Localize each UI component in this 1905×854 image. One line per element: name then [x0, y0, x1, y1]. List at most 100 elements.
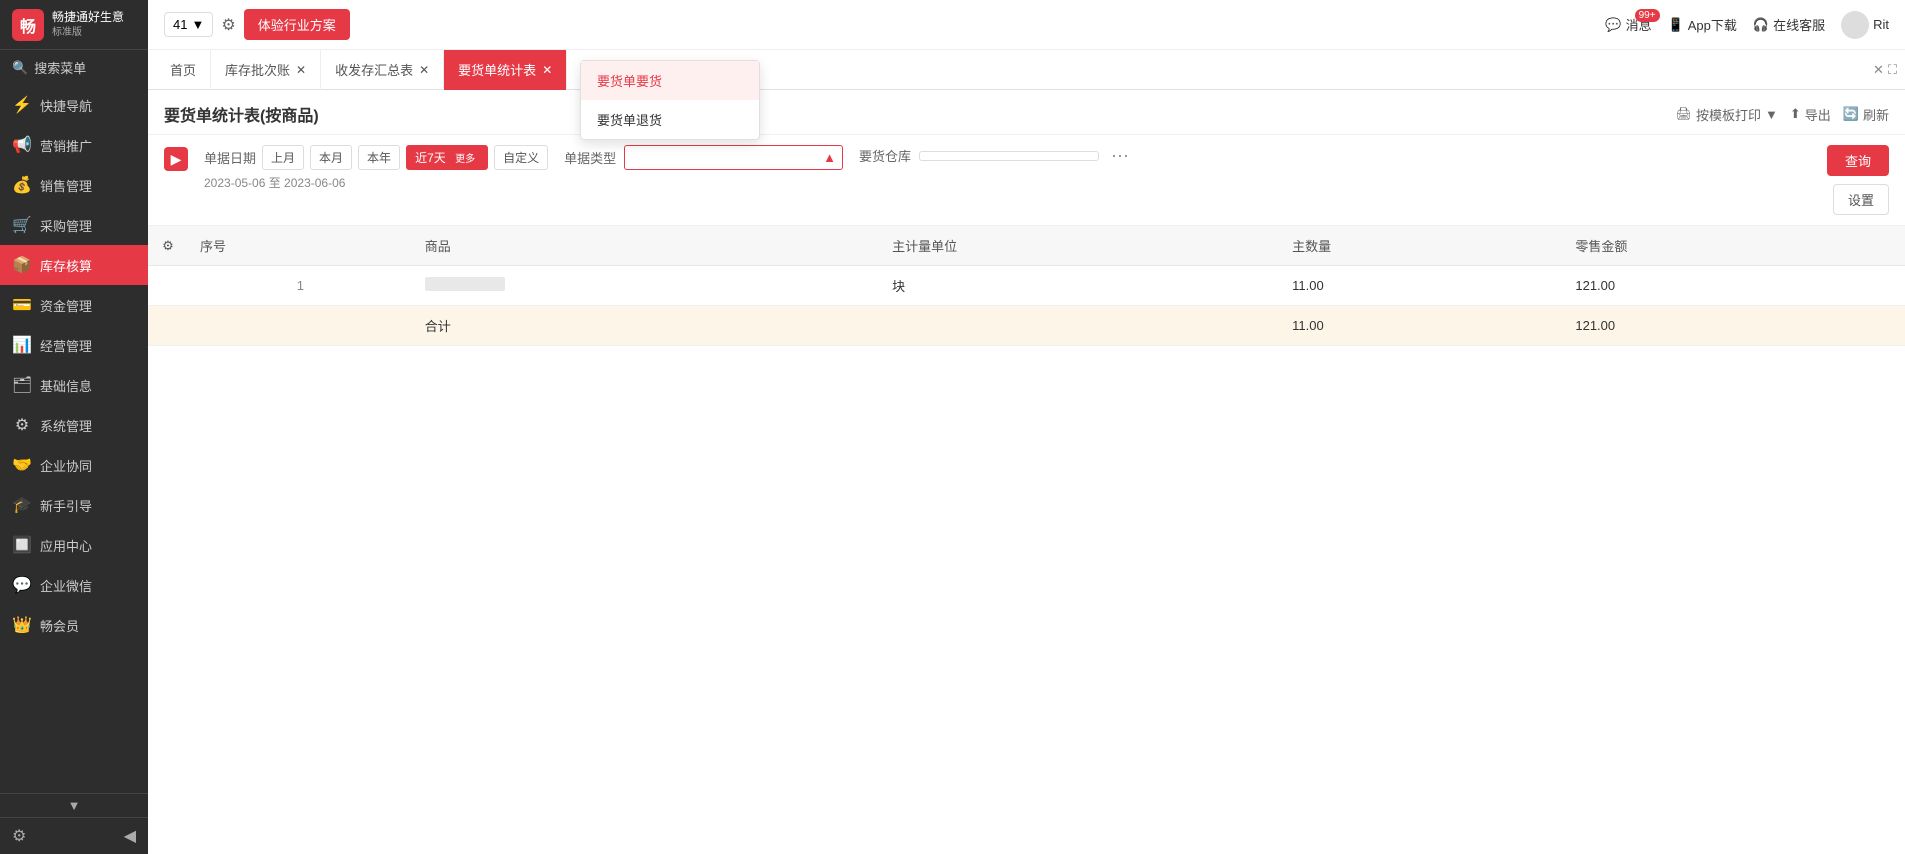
- topbar-left: 41 ▼ ⚙ 体验行业方案: [164, 9, 1593, 40]
- col-amount: 零售金额: [1563, 226, 1905, 266]
- footer-quantity: 11.00: [1280, 306, 1563, 346]
- sidebar-item-purchase[interactable]: 🛒采购管理: [0, 205, 148, 245]
- sidebar-header: 畅 畅捷通好生意 标准版: [0, 0, 148, 50]
- filter-expand-btn[interactable]: ▶: [164, 147, 188, 171]
- col-settings[interactable]: ⚙: [148, 226, 188, 266]
- sidebar-item-enterprise[interactable]: 🤝企业协同: [0, 445, 148, 485]
- message-badge: 99+: [1635, 9, 1660, 22]
- store-value: 41: [173, 17, 187, 32]
- warehouse-input[interactable]: [919, 151, 1099, 161]
- topbar-right: 💬 消息 99+ 📱 App下载 🎧 在线客服 Rit: [1605, 11, 1889, 39]
- tab-close-receivable[interactable]: ✕: [419, 63, 429, 77]
- sidebar-settings-icon[interactable]: ⚙: [12, 826, 26, 846]
- row-unit: 块: [880, 266, 1280, 306]
- sidebar: 畅 畅捷通好生意 标准版 🔍 搜索菜单 ⚡快捷导航📢营销推广💰销售管理🛒采购管理…: [0, 0, 148, 854]
- topbar-gear-icon[interactable]: ⚙: [221, 15, 235, 35]
- store-dropdown[interactable]: 41 ▼: [164, 12, 213, 37]
- sidebar-item-system[interactable]: ⚙系统管理: [0, 405, 148, 445]
- tab-requisition[interactable]: 要货单统计表 ✕: [444, 50, 567, 90]
- date-btn-this-month[interactable]: 本月: [310, 145, 352, 170]
- date-filter: 单据日期 上月 本月 本年 近7天 更多 自定义: [204, 145, 548, 170]
- row-quantity: 11.00: [1280, 266, 1563, 306]
- sidebar-item-basic[interactable]: 🗂基础信息: [0, 365, 148, 405]
- sidebar-item-marketing[interactable]: 📢营销推广: [0, 125, 148, 165]
- type-dropdown-arrow[interactable]: ▲: [817, 146, 842, 169]
- settings-btn[interactable]: 设置: [1833, 184, 1889, 215]
- print-btn[interactable]: 🖨 按模板打印 ▼: [1675, 105, 1777, 124]
- shortcut-icon: ⚡: [12, 95, 32, 115]
- date-range-display: 2023-05-06 至 2023-06-06: [204, 174, 345, 191]
- user-avatar[interactable]: Rit: [1841, 11, 1889, 39]
- page-header: 要货单统计表(按商品) 🖨 按模板打印 ▼ ⬆ 导出 🔄 刷新: [148, 90, 1905, 135]
- sidebar-bottom: ⚙ ◀: [0, 817, 148, 854]
- sidebar-collapse-icon[interactable]: ◀: [124, 826, 136, 846]
- warehouse-filter-group: 要货仓库 ···: [859, 145, 1133, 166]
- col-no: 序号: [188, 226, 413, 266]
- row-settings: [148, 266, 188, 306]
- type-input[interactable]: [625, 146, 817, 169]
- sidebar-search[interactable]: 🔍 搜索菜单: [0, 50, 148, 85]
- more-badge: 更多: [451, 154, 479, 165]
- date-btn-last-month[interactable]: 上月: [262, 145, 304, 170]
- table-footer-row: 合计 11.00 121.00: [148, 306, 1905, 346]
- sidebar-item-member[interactable]: 👑畅会员: [0, 605, 148, 645]
- app-download-btn[interactable]: 📱 App下载: [1668, 15, 1737, 34]
- data-table: ⚙ 序号 商品 主计量单位 主数量 零售金额 1 块 11.00 121.00: [148, 226, 1905, 346]
- dropdown-item-requisition[interactable]: 要货单要货: [581, 90, 759, 100]
- app-title: 畅捷通好生意 标准版: [52, 10, 124, 39]
- tab-close-all-icon[interactable]: ✕: [1873, 62, 1884, 78]
- sidebar-item-inventory[interactable]: 📦库存核算: [0, 245, 148, 285]
- page-body: 要货单统计表(按商品) 🖨 按模板打印 ▼ ⬆ 导出 🔄 刷新: [148, 90, 1905, 854]
- query-btn[interactable]: 查询: [1827, 145, 1889, 176]
- sidebar-item-finance[interactable]: 💳资金管理: [0, 285, 148, 325]
- tab-close-requisition[interactable]: ✕: [542, 63, 552, 77]
- date-btn-this-year[interactable]: 本年: [358, 145, 400, 170]
- tab-expand-btns: ✕ ⛶: [1873, 62, 1897, 78]
- wechat-icon: 💬: [12, 575, 32, 595]
- app-logo: 畅: [12, 9, 44, 41]
- sidebar-item-wechat[interactable]: 💬企业微信: [0, 565, 148, 605]
- page-title: 要货单统计表(按商品): [164, 102, 319, 126]
- page-card: 要货单统计表(按商品) 🖨 按模板打印 ▼ ⬆ 导出 🔄 刷新: [148, 90, 1905, 854]
- online-service-btn[interactable]: 🎧 在线客服: [1753, 15, 1825, 34]
- sidebar-scroll-down[interactable]: ▼: [0, 793, 148, 817]
- tab-expand-icon[interactable]: ⛶: [1888, 62, 1897, 78]
- sidebar-item-guide[interactable]: 🎓新手引导: [0, 485, 148, 525]
- inventory-icon: 📦: [12, 255, 32, 275]
- export-btn[interactable]: ⬆ 导出: [1790, 105, 1831, 124]
- sidebar-item-shortcut[interactable]: ⚡快捷导航: [0, 85, 148, 125]
- row-product: [413, 266, 880, 306]
- trial-btn[interactable]: 体验行业方案: [244, 9, 350, 40]
- filter-bar: ▶ 单据日期 上月 本月 本年 近7天 更多 自定义 2023-05-06 至 …: [148, 135, 1905, 226]
- tab-inventory[interactable]: 库存批次账 ✕: [211, 50, 321, 90]
- member-icon: 👑: [12, 615, 32, 635]
- warehouse-label: 要货仓库: [859, 146, 911, 165]
- appstore-icon: 🔲: [12, 535, 32, 555]
- refresh-btn[interactable]: 🔄 刷新: [1843, 105, 1889, 124]
- tab-close-inventory[interactable]: ✕: [296, 63, 306, 77]
- tab-home[interactable]: 首页: [156, 50, 211, 90]
- print-icon: 🖨: [1675, 106, 1692, 122]
- tab-receivable[interactable]: 收发存汇总表 ✕: [321, 50, 444, 90]
- date-btn-7days[interactable]: 近7天 更多: [406, 145, 488, 170]
- sidebar-item-sales[interactable]: 💰销售管理: [0, 165, 148, 205]
- table-header-row: ⚙ 序号 商品 主计量单位 主数量 零售金额: [148, 226, 1905, 266]
- type-label: 单据类型: [564, 148, 616, 167]
- type-filter-group: 单据类型 ▲: [564, 145, 843, 170]
- dropdown-item-return[interactable]: 要货单退货: [581, 100, 759, 139]
- sidebar-item-appstore[interactable]: 🔲应用中心: [0, 525, 148, 565]
- avatar-img: [1841, 11, 1869, 39]
- sidebar-item-operations[interactable]: 📊经营管理: [0, 325, 148, 365]
- filter-more-icon[interactable]: ···: [1107, 145, 1133, 166]
- type-input-wrap: ▲: [624, 145, 843, 170]
- table-row: 1 块 11.00 121.00: [148, 266, 1905, 306]
- date-btn-custom[interactable]: 自定义: [494, 145, 548, 170]
- download-icon: 📱: [1668, 17, 1684, 33]
- tabs-bar: 首页库存批次账 ✕收发存汇总表 ✕要货单统计表 ✕✕ ⛶: [148, 50, 1905, 90]
- col-unit: 主计量单位: [880, 226, 1280, 266]
- messages-btn[interactable]: 💬 消息 99+: [1605, 15, 1651, 34]
- system-icon: ⚙: [12, 415, 32, 435]
- refresh-icon: 🔄: [1843, 106, 1859, 122]
- sales-icon: 💰: [12, 175, 32, 195]
- search-icon: 🔍: [12, 60, 28, 76]
